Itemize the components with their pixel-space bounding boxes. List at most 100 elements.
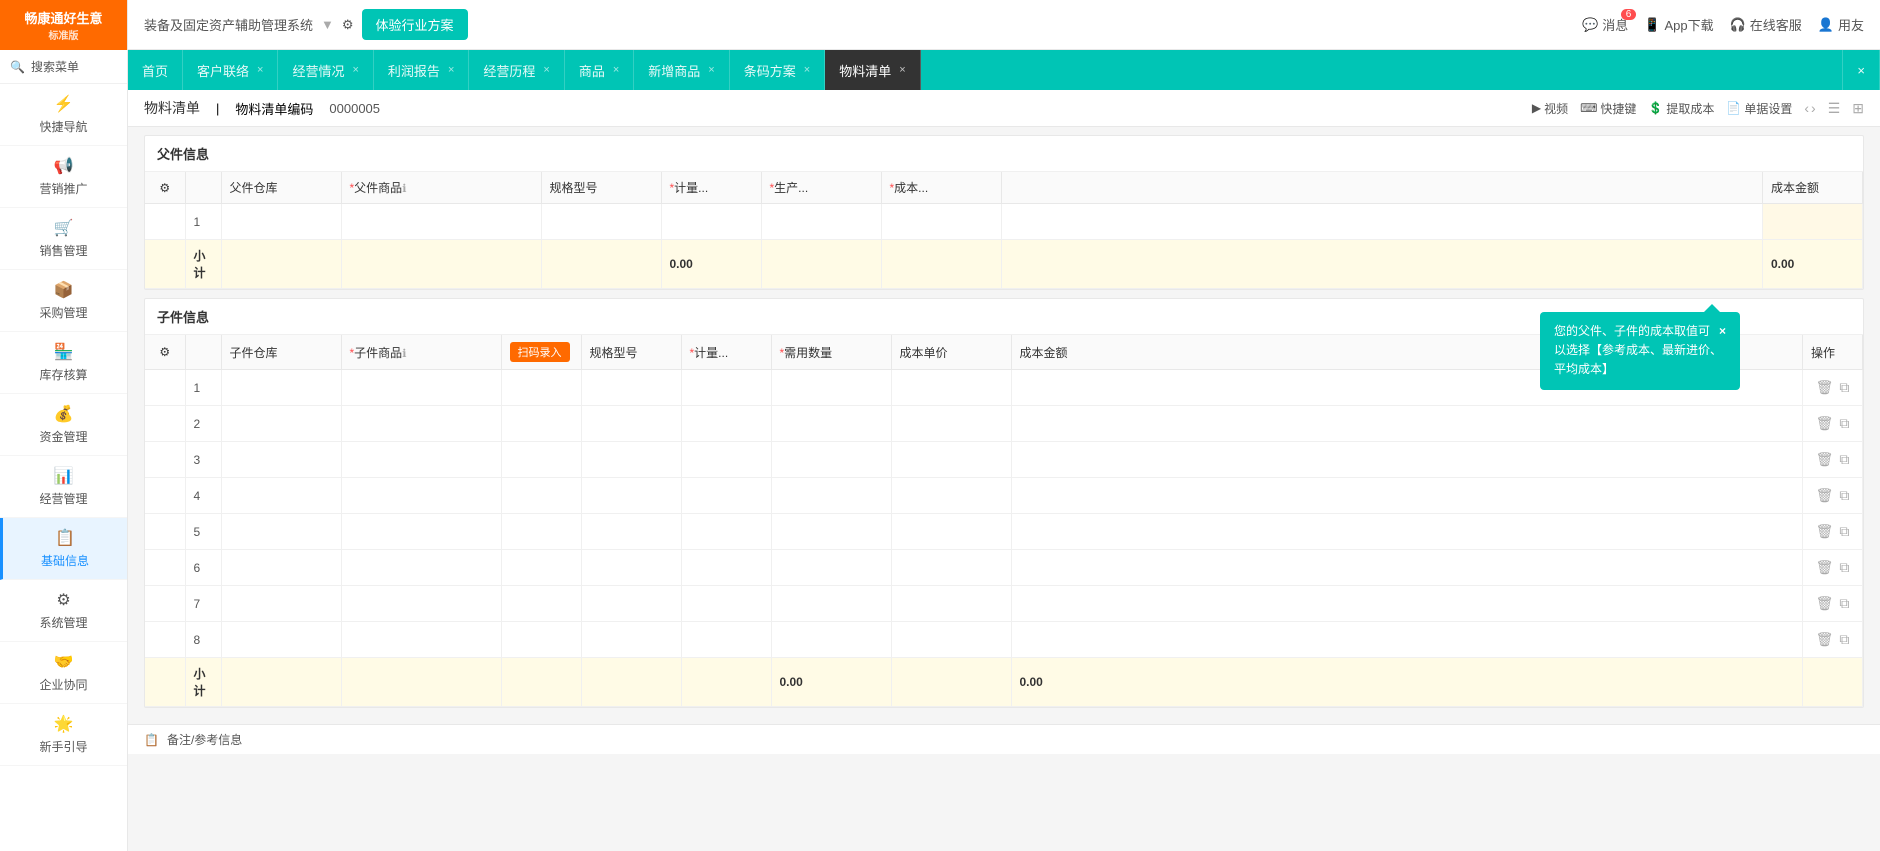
child-row2-unit[interactable] [681,406,771,442]
child-row3-qty[interactable] [771,442,891,478]
child-row6-qty[interactable] [771,550,891,586]
sidebar-item-marketing[interactable]: 📢 营销推广 [0,146,127,208]
delete-icon-row7[interactable]: 🗑 [1816,595,1834,612]
copy-icon-row8[interactable]: ⧉ [1839,631,1849,648]
message-btn[interactable]: 💬 消息 6 [1582,15,1628,34]
child-row5-qty[interactable] [771,514,891,550]
delete-icon-row5[interactable]: 🗑 [1816,523,1834,540]
copy-icon-row6[interactable]: ⧉ [1839,559,1849,576]
next-arrow[interactable]: › [1811,100,1816,116]
child-row7-unit[interactable] [681,586,771,622]
tab-products-close[interactable]: × [613,64,619,76]
tab-close-all[interactable]: × [1842,50,1880,90]
tab-barcode[interactable]: 条码方案 × [730,50,825,90]
child-row7-qty[interactable] [771,586,891,622]
tab-business-history-close[interactable]: × [543,64,549,76]
child-row8-qty[interactable] [771,622,891,658]
child-row4-unit[interactable] [681,478,771,514]
settings-icon[interactable]: ⚙ [342,17,354,33]
tab-operations-situation-close[interactable]: × [352,64,358,76]
grid-view-icon[interactable]: ☰ [1828,100,1841,117]
sidebar-item-system[interactable]: ⚙ 系统管理 [0,580,127,642]
single-settings-btn[interactable]: 📄 单据设置 [1726,100,1792,117]
copy-icon-row1[interactable]: ⧉ [1839,379,1849,396]
tab-new-products[interactable]: 新增商品 × [634,50,729,90]
tab-profit-report-close[interactable]: × [448,64,454,76]
child-row1-product[interactable] [341,370,501,406]
child-row8-warehouse[interactable] [221,622,341,658]
child-row7-product[interactable] [341,586,501,622]
child-row6-product[interactable] [341,550,501,586]
tab-bom[interactable]: 物料清单 × [825,50,920,90]
tab-customers[interactable]: 客户联络 × [183,50,278,90]
child-th-gear[interactable]: ⚙ [145,335,185,370]
child-row4-qty[interactable] [771,478,891,514]
sidebar-item-inventory[interactable]: 🏪 库存核算 [0,332,127,394]
child-row3-unit[interactable] [681,442,771,478]
sidebar-item-purchase[interactable]: 📦 采购管理 [0,270,127,332]
tab-products[interactable]: 商品 × [565,50,634,90]
delete-icon-row3[interactable]: 🗑 [1816,451,1834,468]
online-service-btn[interactable]: 🎧 在线客服 [1730,15,1802,34]
child-row6-warehouse[interactable] [221,550,341,586]
list-view-icon[interactable]: ⊞ [1852,100,1864,117]
tab-barcode-close[interactable]: × [804,64,810,76]
child-row4-product[interactable] [341,478,501,514]
sidebar-item-quick-nav[interactable]: ⚡ 快捷导航 [0,84,127,146]
child-row4-warehouse[interactable] [221,478,341,514]
sidebar-item-finance[interactable]: 💰 资金管理 [0,394,127,456]
get-cost-btn[interactable]: 💲 提取成本 [1648,100,1714,117]
parent-row1-product[interactable] [341,204,541,240]
child-row2-qty[interactable] [771,406,891,442]
tab-operations-situation[interactable]: 经营情况 × [278,50,373,90]
parent-row1-unit[interactable] [661,204,761,240]
tooltip-close-btn[interactable]: × [1719,322,1726,341]
child-row3-warehouse[interactable] [221,442,341,478]
child-row6-unit[interactable] [681,550,771,586]
delete-icon-row6[interactable]: 🗑 [1816,559,1834,576]
view-btn[interactable]: ▶ 视频 [1532,100,1568,117]
copy-icon-row2[interactable]: ⧉ [1839,415,1849,432]
app-download-btn[interactable]: 📱 App下载 [1644,15,1713,34]
child-row5-warehouse[interactable] [221,514,341,550]
child-row2-product[interactable] [341,406,501,442]
delete-icon-row2[interactable]: 🗑 [1816,415,1834,432]
delete-icon-row1[interactable]: 🗑 [1816,379,1834,396]
sidebar-item-guide[interactable]: 🌟 新手引导 [0,704,127,766]
child-row3-product[interactable] [341,442,501,478]
child-row1-qty[interactable] [771,370,891,406]
tab-business-history[interactable]: 经营历程 × [469,50,564,90]
scan-input-btn[interactable]: 扫码录入 [510,342,570,362]
sidebar-item-basic-info[interactable]: 📋 基础信息 [0,518,127,580]
copy-icon-row5[interactable]: ⧉ [1839,523,1849,540]
tab-profit-report[interactable]: 利润报告 × [374,50,469,90]
user-btn[interactable]: 👤 用友 [1818,15,1864,34]
search-menu[interactable]: 🔍 搜索菜单 [0,50,127,84]
copy-icon-row3[interactable]: ⧉ [1839,451,1849,468]
sidebar-item-sales[interactable]: 🛒 销售管理 [0,208,127,270]
tab-bom-close[interactable]: × [899,64,905,76]
delete-icon-row4[interactable]: 🗑 [1816,487,1834,504]
parent-row1-cost[interactable] [881,204,1001,240]
copy-icon-row7[interactable]: ⧉ [1839,595,1849,612]
trial-btn[interactable]: 体验行业方案 [362,9,468,40]
tab-customers-close[interactable]: × [257,64,263,76]
shortcuts-btn[interactable]: ⌨ 快捷键 [1580,100,1636,117]
child-row8-product[interactable] [341,622,501,658]
parent-th-gear[interactable]: ⚙ [145,172,185,204]
child-row5-product[interactable] [341,514,501,550]
copy-icon-row4[interactable]: ⧉ [1839,487,1849,504]
tab-new-products-close[interactable]: × [708,64,714,76]
child-row5-unit[interactable] [681,514,771,550]
tab-home[interactable]: 首页 [128,50,183,90]
child-row2-warehouse[interactable] [221,406,341,442]
parent-row1-production[interactable] [761,204,881,240]
child-row1-warehouse[interactable] [221,370,341,406]
parent-row1-warehouse[interactable] [221,204,341,240]
dropdown-arrow-icon[interactable]: ▼ [321,17,334,32]
sidebar-item-cooperation[interactable]: 🤝 企业协同 [0,642,127,704]
delete-icon-row8[interactable]: 🗑 [1816,631,1834,648]
sidebar-item-operations[interactable]: 📊 经营管理 [0,456,127,518]
child-row1-unit[interactable] [681,370,771,406]
prev-arrow[interactable]: ‹ [1804,100,1809,116]
